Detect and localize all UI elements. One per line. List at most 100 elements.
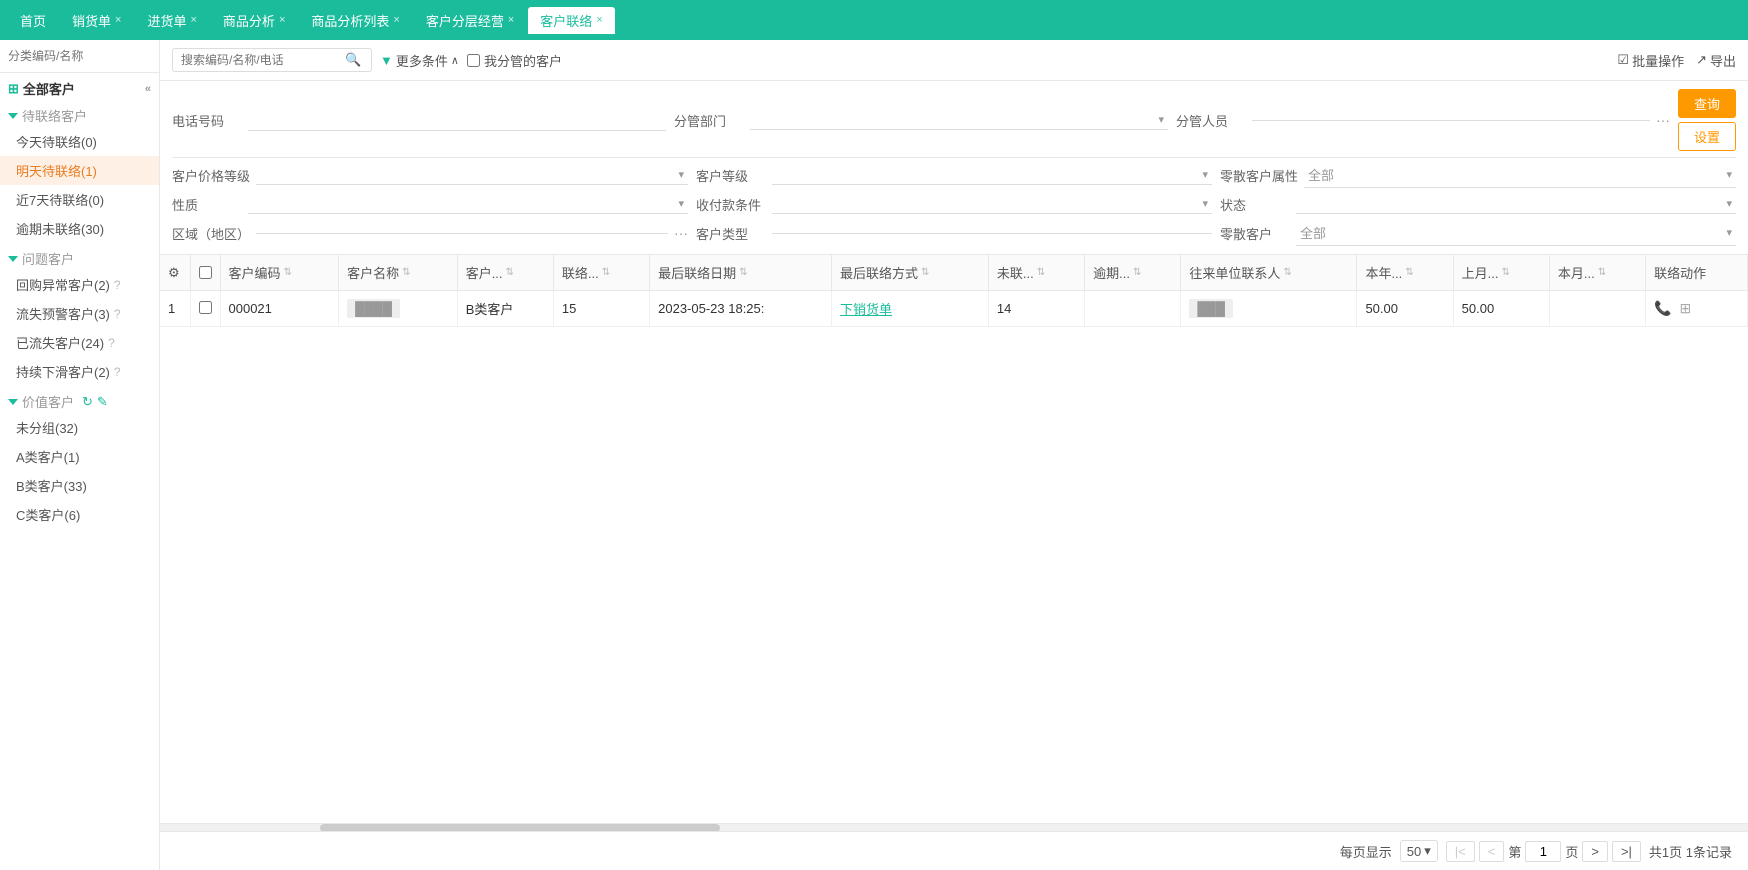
cell-last-method[interactable]: 下销货单 [831, 291, 988, 327]
col-last-month[interactable]: 上月... ⇅ [1453, 255, 1549, 291]
sidebar-item-churn-warning[interactable]: 流失预警客户(3) ? [0, 299, 159, 328]
cell-code: 000021 [220, 291, 339, 327]
col-checkbox[interactable] [190, 255, 220, 291]
sidebar-item-churned[interactable]: 已流失客户(24) ? [0, 328, 159, 357]
sidebar-item-b-class[interactable]: B类客户(33) [0, 471, 159, 500]
page-number-input[interactable] [1525, 841, 1561, 862]
col-settings[interactable]: ⚙ [160, 255, 190, 291]
sidebar-search-input[interactable] [8, 49, 160, 63]
payment-select[interactable]: ▾ [772, 194, 1212, 214]
value-refresh-icon[interactable]: ↻ [82, 394, 93, 410]
table-header-row: ⚙ 客户编码 ⇅ 客户名称 [160, 255, 1748, 291]
content-area: 🔍 ▼ 更多条件 ∧ 我分管的客户 ☑ 批量操作 ↗ 导出 [160, 40, 1748, 870]
col-this-year[interactable]: 本年... ⇅ [1357, 255, 1453, 291]
pending-expand-icon[interactable] [8, 113, 18, 119]
sidebar-item-ungroup[interactable]: 未分组(32) [0, 413, 159, 442]
sort-icon-last-date[interactable]: ⇅ [739, 267, 747, 278]
pending-label: 待联络客户 [0, 100, 159, 127]
nav-home[interactable]: 首页 [8, 7, 58, 34]
my-customers-checkbox[interactable] [467, 54, 480, 67]
col-not-contacted[interactable]: 未联... ⇅ [988, 255, 1084, 291]
nav-tab-3[interactable]: 商品分析列表 × [299, 7, 411, 34]
phone-action-icon[interactable]: 📞 [1654, 300, 1671, 317]
sort-icon-name[interactable]: ⇅ [402, 267, 410, 278]
nav-tab-1[interactable]: 进货单 × [135, 7, 208, 34]
first-page-button[interactable]: |< [1446, 841, 1475, 862]
settings-icon[interactable]: ⚙ [168, 265, 180, 281]
grid-action-icon[interactable]: ⊞ [1680, 300, 1692, 317]
search-input[interactable] [181, 53, 341, 67]
sidebar-item-c-class[interactable]: C类客户(6) [0, 500, 159, 529]
col-type[interactable]: 客户... ⇅ [457, 255, 553, 291]
nav-tab-0[interactable]: 销货单 × [60, 7, 133, 34]
col-contact-count[interactable]: 联络... ⇅ [553, 255, 649, 291]
sidebar-item-tomorrow[interactable]: 明天待联络(1) [0, 156, 159, 185]
region-more-icon[interactable]: ··· [674, 225, 688, 241]
sidebar-item-declining[interactable]: 持续下滑客户(2) ? [0, 357, 159, 386]
select-all-checkbox[interactable] [199, 266, 212, 279]
close-tab-4[interactable]: × [508, 14, 514, 26]
customer-grade-select[interactable]: ▾ [772, 165, 1212, 185]
close-tab-0[interactable]: × [115, 14, 121, 26]
search-icon[interactable]: 🔍 [345, 52, 361, 68]
value-grade-select[interactable]: ▾ [256, 165, 688, 185]
export-button[interactable]: ↗ 导出 [1696, 51, 1736, 70]
cell-checkbox[interactable] [190, 291, 220, 327]
setting-button[interactable]: 设置 [1678, 122, 1736, 151]
row-checkbox[interactable] [199, 301, 212, 314]
query-button[interactable]: 查询 [1678, 89, 1736, 118]
more-filter-button[interactable]: ▼ 更多条件 ∧ [380, 51, 459, 70]
col-code[interactable]: 客户编码 ⇅ [220, 255, 339, 291]
phone-input[interactable] [248, 109, 666, 131]
filter-customer-grade: 客户等级 ▾ [696, 165, 1212, 185]
col-name[interactable]: 客户名称 ⇅ [339, 255, 458, 291]
page-size-select[interactable]: 50 ▾ [1400, 840, 1438, 862]
my-customers-checkbox-label[interactable]: 我分管的客户 [467, 51, 562, 70]
col-unit-contact[interactable]: 往来单位联系人 ⇅ [1181, 255, 1357, 291]
problem-expand-icon[interactable] [8, 256, 18, 262]
retail-attr-select[interactable]: 全部 ▾ [1304, 162, 1736, 188]
sort-icon-overdue[interactable]: ⇅ [1133, 267, 1141, 278]
last-page-button[interactable]: >| [1612, 841, 1641, 862]
sort-icon-last-month[interactable]: ⇅ [1502, 267, 1510, 278]
collapse-all-icon[interactable]: « [145, 83, 151, 95]
col-overdue[interactable]: 逾期... ⇅ [1085, 255, 1181, 291]
next-page-button[interactable]: > [1582, 841, 1608, 862]
sidebar-item-overdue[interactable]: 逾期未联络(30) [0, 214, 159, 243]
sort-icon-contact[interactable]: ⇅ [602, 267, 610, 278]
main-layout: 🔍 ⊞ 全部客户 « 待联络客户 今天待联络(0) 明天待联络(1) 近7天待联… [0, 40, 1748, 870]
sort-icon-code[interactable]: ⇅ [284, 267, 292, 278]
cell-name[interactable]: ████ [339, 291, 458, 327]
sidebar-item-7days[interactable]: 近7天待联络(0) [0, 185, 159, 214]
col-last-date[interactable]: 最后联络日期 ⇅ [650, 255, 832, 291]
dept-select[interactable]: ▾ [750, 110, 1168, 130]
close-tab-2[interactable]: × [279, 14, 285, 26]
sort-icon-type[interactable]: ⇅ [506, 267, 514, 278]
close-tab-1[interactable]: × [190, 14, 196, 26]
sort-icon-unit[interactable]: ⇅ [1283, 267, 1291, 278]
retail-customer-select[interactable]: 全部 ▾ [1296, 220, 1736, 246]
status-select[interactable]: ▾ [1296, 194, 1736, 214]
close-tab-5[interactable]: × [596, 14, 602, 26]
value-expand-icon[interactable] [8, 399, 18, 405]
col-last-method[interactable]: 最后联络方式 ⇅ [831, 255, 988, 291]
sort-icon-year[interactable]: ⇅ [1405, 267, 1413, 278]
cell-overdue [1085, 291, 1181, 327]
sort-icon-last-method[interactable]: ⇅ [921, 267, 929, 278]
nav-tab-4[interactable]: 客户分层经营 × [414, 7, 526, 34]
sort-icon-not-contacted[interactable]: ⇅ [1037, 267, 1045, 278]
sidebar-item-abnormal[interactable]: 回购异常客户(2) ? [0, 270, 159, 299]
sidebar-item-today[interactable]: 今天待联络(0) [0, 127, 159, 156]
nav-tab-2[interactable]: 商品分析 × [211, 7, 297, 34]
batch-op-button[interactable]: ☑ 批量操作 [1617, 51, 1684, 70]
prev-page-button[interactable]: < [1479, 841, 1505, 862]
nav-tab-5[interactable]: 客户联络 × [528, 7, 614, 34]
sidebar-item-a-class[interactable]: A类客户(1) [0, 442, 159, 471]
sort-icon-this-month[interactable]: ⇅ [1598, 267, 1606, 278]
value-edit-icon[interactable]: ✎ [97, 394, 108, 410]
gender-select[interactable]: ▾ [248, 194, 688, 214]
col-this-month[interactable]: 本月... ⇅ [1549, 255, 1645, 291]
close-tab-3[interactable]: × [393, 14, 399, 26]
person-more-icon[interactable]: ··· [1656, 112, 1670, 128]
filter-row-1: 电话号码 分管部门 ▾ 分管人员 ··· 查询 设置 [172, 89, 1736, 151]
